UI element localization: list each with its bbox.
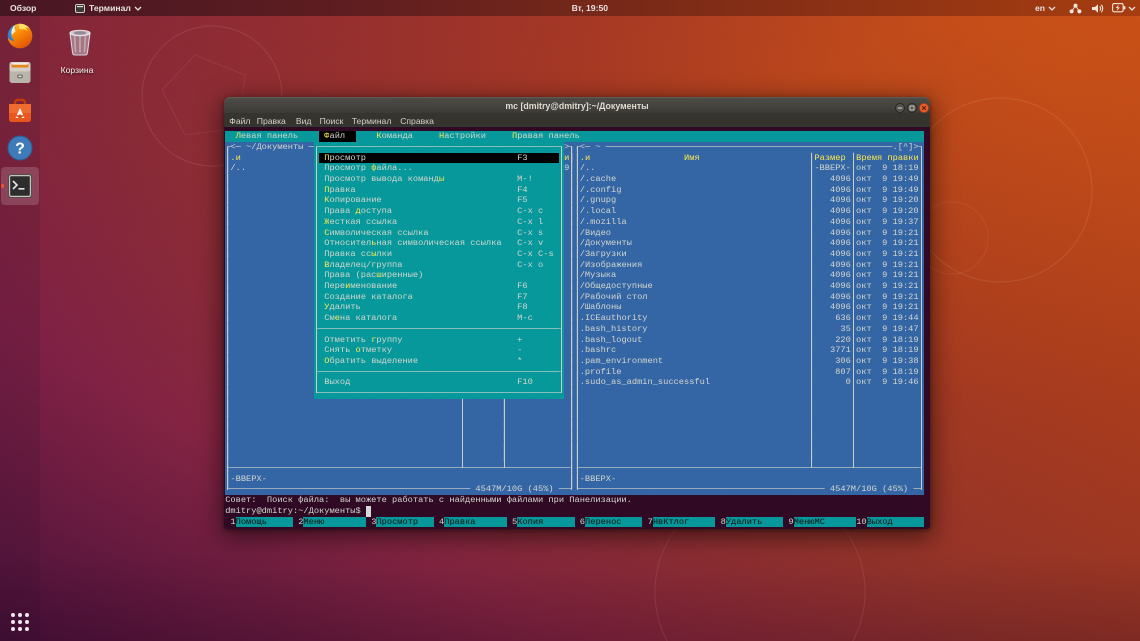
svg-text:?: ?: [15, 141, 25, 158]
